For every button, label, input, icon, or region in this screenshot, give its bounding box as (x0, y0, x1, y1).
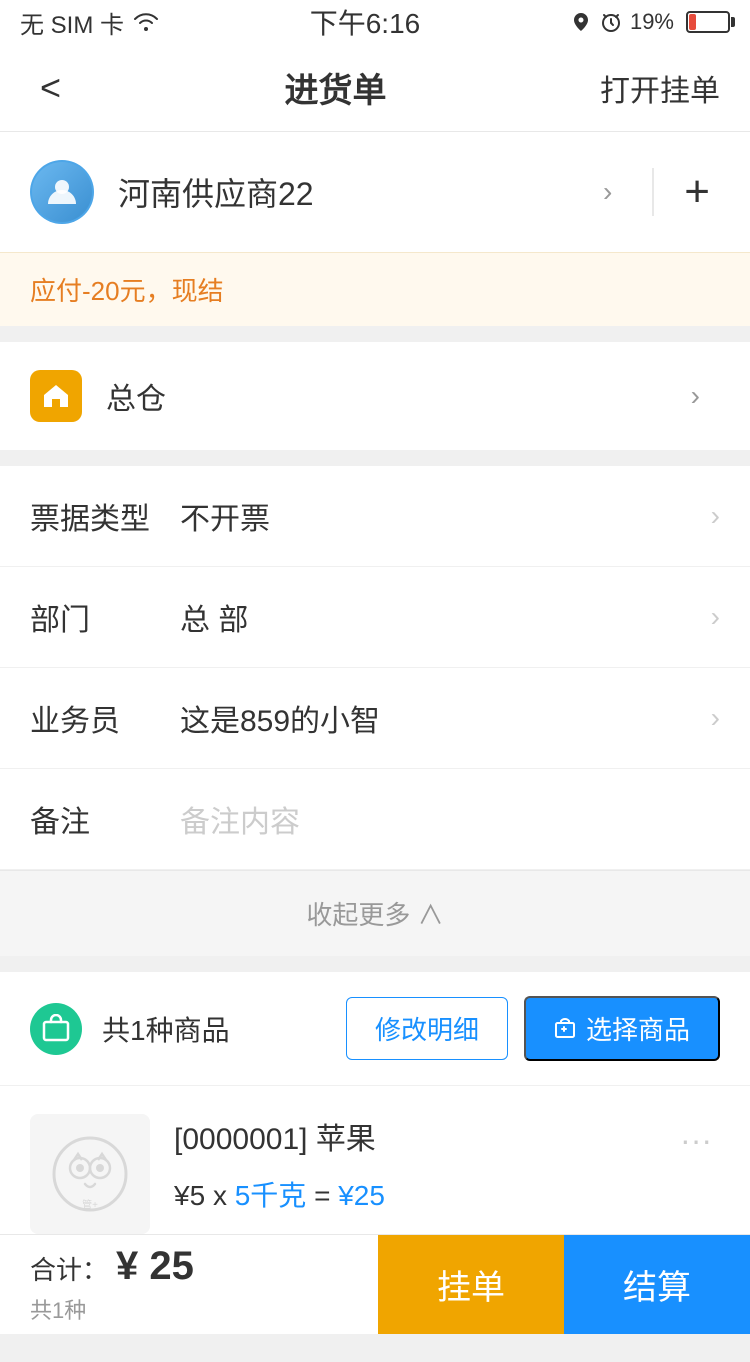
salesman-label: 业务员 (30, 696, 180, 740)
payable-info: 应付-20元，现结 (0, 252, 750, 326)
remark-label: 备注 (30, 797, 180, 841)
status-bar: 无 SIM 卡 下午6:16 19% (0, 0, 750, 44)
products-header: 共1种商品 修改明细 选择商品 (0, 972, 750, 1086)
more-options-button[interactable]: ··· (672, 1114, 720, 1167)
owl-logo-icon: 管+ (50, 1134, 130, 1214)
home-icon (41, 381, 71, 411)
invoice-type-row[interactable]: 票据类型 不开票 › (0, 466, 750, 567)
department-value: 总 部 (180, 595, 711, 639)
supplier-name: 河南供应商22 (118, 169, 603, 215)
product-info: [0000001] 苹果 ¥5 x 5千克 = ¥25 (174, 1114, 672, 1214)
total-amount: ¥ 25 (116, 1244, 194, 1289)
svg-text:管+: 管+ (82, 1198, 98, 1211)
warehouse-name: 总仓 (106, 374, 691, 418)
salesman-value: 这是859的小智 (180, 696, 711, 740)
collapse-bar[interactable]: 收起更多 ∧ (0, 870, 750, 956)
warehouse-card[interactable]: 总仓 › (0, 342, 750, 450)
add-supplier-button[interactable]: + (674, 167, 720, 217)
invoice-chevron-icon: › (711, 500, 720, 532)
alarm-icon (600, 11, 622, 33)
status-right: 19% (570, 9, 730, 35)
open-hang-button[interactable]: 打开挂单 (600, 66, 720, 110)
product-name: [0000001] 苹果 (174, 1114, 672, 1158)
warehouse-row[interactable]: 总仓 › (0, 342, 750, 450)
remark-placeholder: 备注内容 (180, 797, 720, 841)
content-area: 河南供应商22 › + 应付-20元，现结 总仓 › 票据类型 不开票 › 部门… (0, 132, 750, 1362)
warehouse-icon (30, 370, 82, 422)
user-icon (44, 174, 80, 210)
invoice-type-value: 不开票 (180, 494, 711, 538)
supplier-divider (652, 168, 654, 216)
status-carrier: 无 SIM 卡 (20, 5, 160, 40)
battery-icon (686, 11, 730, 33)
remark-row[interactable]: 备注 备注内容 (0, 769, 750, 870)
warehouse-chevron-icon: › (691, 380, 700, 412)
department-label: 部门 (30, 595, 180, 639)
modify-detail-button[interactable]: 修改明细 (346, 997, 508, 1060)
back-button[interactable]: < (30, 57, 71, 119)
nav-bar: < 进货单 打开挂单 (0, 44, 750, 132)
products-count: 共1种商品 (102, 1009, 346, 1049)
department-chevron-icon: › (711, 601, 720, 633)
settle-button[interactable]: 结算 (564, 1235, 750, 1334)
products-icon (30, 1003, 82, 1055)
wifi-icon (132, 11, 160, 33)
page-title: 进货单 (285, 63, 387, 112)
product-price: ¥5 x 5千克 = ¥25 (174, 1174, 672, 1214)
form-card: 票据类型 不开票 › 部门 总 部 › 业务员 这是859的小智 › 备注 备注… (0, 466, 750, 956)
total-label: 合计： (30, 1250, 108, 1287)
footer-total: 合计： ¥ 25 共1种 (0, 1235, 378, 1334)
invoice-type-label: 票据类型 (30, 494, 180, 538)
supplier-chevron-icon: › (603, 176, 612, 208)
product-thumbnail: 管+ (30, 1114, 150, 1234)
supplier-card: 河南供应商22 › + 应付-20元，现结 (0, 132, 750, 326)
supplier-row[interactable]: 河南供应商22 › + (0, 132, 750, 252)
salesman-chevron-icon: › (711, 702, 720, 734)
hang-button[interactable]: 挂单 (378, 1235, 564, 1334)
select-product-button[interactable]: 选择商品 (524, 996, 720, 1061)
location-icon (570, 11, 592, 33)
cart-icon (41, 1014, 71, 1044)
select-cart-icon (554, 1017, 578, 1041)
footer: 合计： ¥ 25 共1种 挂单 结算 (0, 1234, 750, 1334)
status-time: 下午6:16 (310, 2, 421, 42)
department-row[interactable]: 部门 总 部 › (0, 567, 750, 668)
total-sub: 共1种 (30, 1293, 348, 1325)
products-section: 共1种商品 修改明细 选择商品 (0, 972, 750, 1262)
salesman-row[interactable]: 业务员 这是859的小智 › (0, 668, 750, 769)
supplier-avatar (30, 160, 94, 224)
